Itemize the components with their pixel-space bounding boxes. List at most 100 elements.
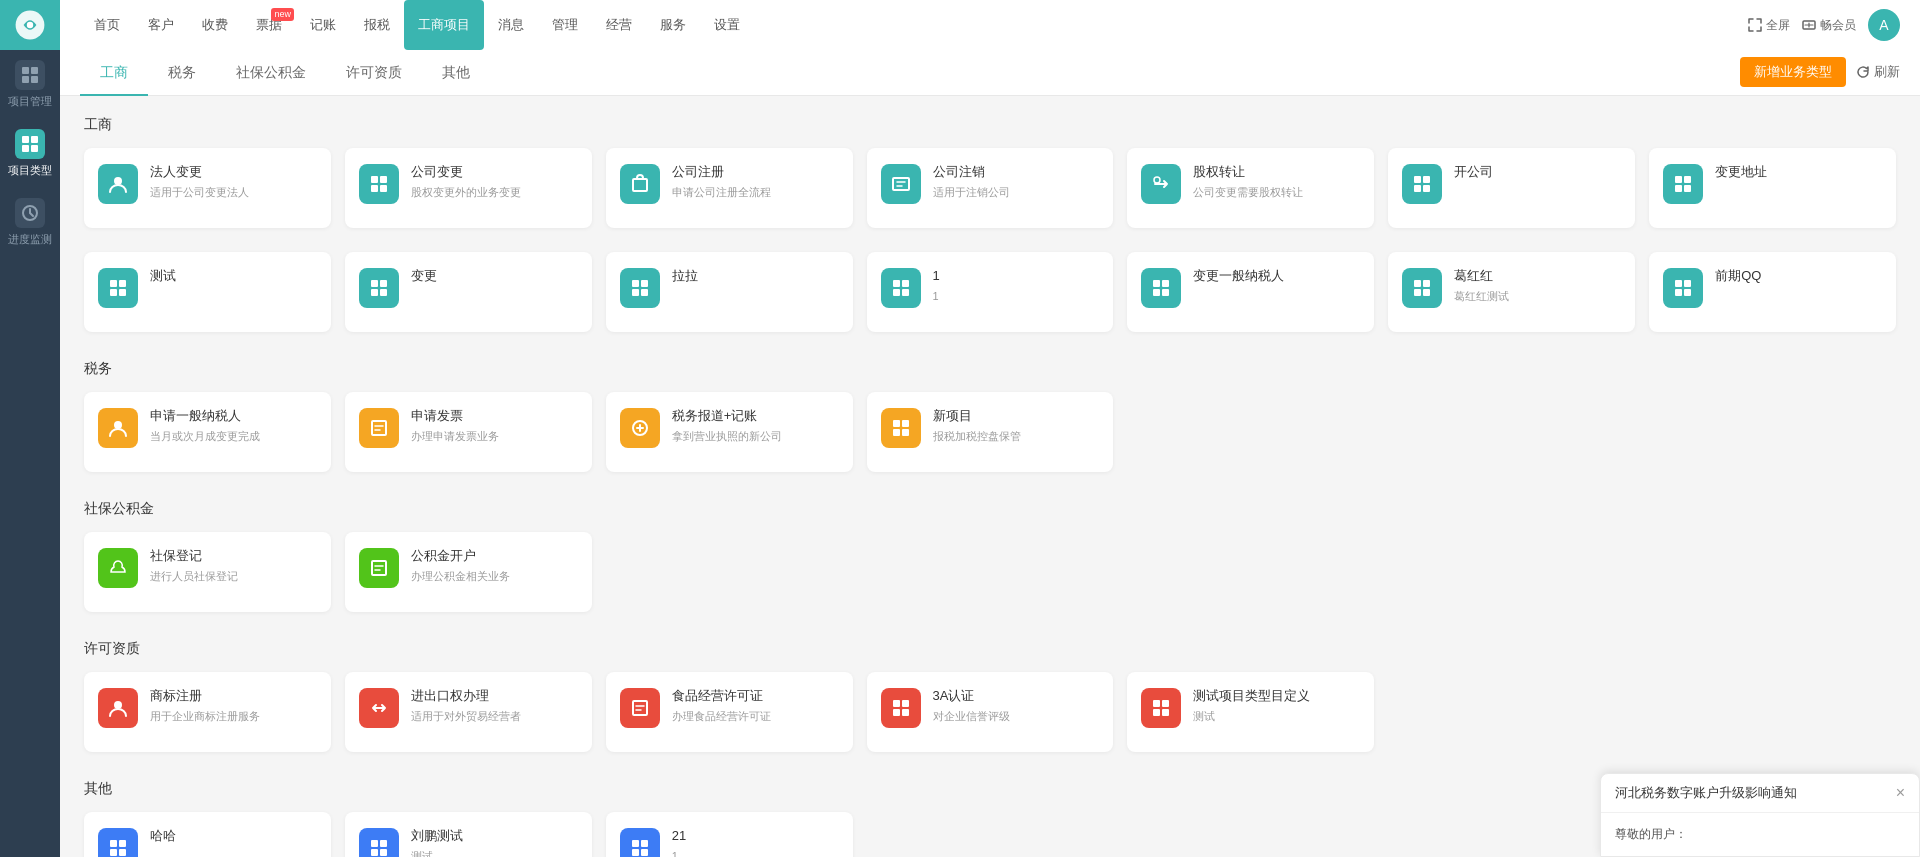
nav-home[interactable]: 首页 (80, 0, 134, 50)
refresh-button[interactable]: 刷新 (1856, 63, 1900, 81)
main-container: 首页 客户 收费 票据 new 记账 报税 工商项目 消息 管理 经营 (60, 0, 1920, 857)
card-icon-social-register (98, 548, 138, 588)
card-info-company-change: 公司变更 股权变更外的业务变更 (411, 164, 578, 200)
card-gehonghong[interactable]: 葛红红 葛红红测试 (1388, 252, 1635, 332)
sidebar-item-project-mgmt[interactable]: 项目管理 (0, 50, 60, 119)
card-haha[interactable]: 哈哈 (84, 812, 331, 857)
card-icon-equity-transfer (1141, 164, 1181, 204)
svg-rect-70 (1153, 700, 1160, 707)
card-company-register[interactable]: 公司注册 申请公司注册全流程 (606, 148, 853, 228)
card-housing-fund[interactable]: 公积金开户 办理公积金相关业务 (345, 532, 592, 612)
card-icon-liupeng-test (359, 828, 399, 857)
svg-rect-23 (1423, 185, 1430, 192)
card-change-general[interactable]: 变更一般纳税人 (1127, 252, 1374, 332)
nav-accounting[interactable]: 记账 (296, 0, 350, 50)
svg-rect-75 (119, 840, 126, 847)
sidebar-label-project-mgmt: 项目管理 (8, 94, 52, 109)
card-desc-company-cancel: 适用于注销公司 (933, 185, 1100, 200)
svg-point-19 (1154, 177, 1160, 183)
vip-btn[interactable]: 畅会员 (1802, 17, 1856, 34)
card-food-license[interactable]: 食品经营许可证 办理食品经营许可证 (606, 672, 853, 752)
card-3a-cert[interactable]: 3A认证 对企业信誉评级 (867, 672, 1114, 752)
svg-rect-20 (1414, 176, 1421, 183)
card-icon-food-license (620, 688, 660, 728)
tab-shebao[interactable]: 社保公积金 (216, 50, 326, 96)
card-import-export[interactable]: 进出口权办理 适用于对外贸易经营者 (345, 672, 592, 752)
card-tax-report[interactable]: 税务报道+记账 拿到营业执照的新公司 (606, 392, 853, 472)
card-new-project[interactable]: 新项目 报税加税控盘保管 (867, 392, 1114, 472)
nav-management[interactable]: 管理 (538, 0, 592, 50)
nav-billing[interactable]: 收费 (188, 0, 242, 50)
card-icon-company-cancel (881, 164, 921, 204)
card-icon-new-project (881, 408, 921, 448)
section-shebao: 社保公积金 社保登记 进行人员社保登记 (84, 500, 1896, 612)
card-trademark[interactable]: 商标注册 用于企业商标注册服务 (84, 672, 331, 752)
card-test-type[interactable]: 测试项目类型目定义 测试 (1127, 672, 1374, 752)
sidebar-item-progress[interactable]: 进度监测 (0, 188, 60, 257)
card-icon-change2 (359, 268, 399, 308)
card-icon-company-register (620, 164, 660, 204)
card-test[interactable]: 测试 (84, 252, 331, 332)
fullscreen-btn[interactable]: 全屏 (1748, 17, 1790, 34)
card-change2[interactable]: 变更 (345, 252, 592, 332)
svg-rect-33 (380, 280, 387, 287)
svg-rect-66 (893, 700, 900, 707)
card-liupeng-test[interactable]: 刘鹏测试 测试 (345, 812, 592, 857)
tab-xuke[interactable]: 许可资质 (326, 50, 422, 96)
card-icon-tax-report (620, 408, 660, 448)
card-equity-transfer[interactable]: 股权转让 公司变更需要股权转让 (1127, 148, 1374, 228)
svg-rect-71 (1162, 700, 1169, 707)
nav-message[interactable]: 消息 (484, 0, 538, 50)
tab-gongshang[interactable]: 工商 (80, 50, 148, 96)
notification-close[interactable]: × (1896, 784, 1905, 802)
svg-rect-51 (1423, 289, 1430, 296)
svg-rect-62 (902, 429, 909, 436)
card-info-company-cancel: 公司注销 适用于注销公司 (933, 164, 1100, 200)
svg-rect-44 (1153, 280, 1160, 287)
tab-shuiwu[interactable]: 税务 (148, 50, 216, 96)
card-open-company[interactable]: 开公司 (1388, 148, 1635, 228)
svg-rect-34 (371, 289, 378, 296)
card-one[interactable]: 1 1 (867, 252, 1114, 332)
card-front-qq[interactable]: 前期QQ (1649, 252, 1896, 332)
nav-tax[interactable]: 报税 (350, 0, 404, 50)
nav-industrial[interactable]: 工商项目 (404, 0, 484, 50)
svg-rect-82 (632, 840, 639, 847)
card-icon-legal-change (98, 164, 138, 204)
topnav-right: 全屏 畅会员 A (1748, 9, 1900, 41)
tab-other[interactable]: 其他 (422, 50, 490, 96)
card-title-legal-change: 法人变更 (150, 164, 317, 181)
card-company-change[interactable]: 公司变更 股权变更外的业务变更 (345, 148, 592, 228)
svg-rect-46 (1153, 289, 1160, 296)
card-lala[interactable]: 拉拉 (606, 252, 853, 332)
nav-customer[interactable]: 客户 (134, 0, 188, 50)
svg-rect-78 (371, 840, 378, 847)
section-title-gongshang: 工商 (84, 116, 1896, 134)
project-mgmt-icon (15, 60, 45, 90)
add-type-button[interactable]: 新增业务类型 (1740, 57, 1846, 87)
avatar[interactable]: A (1868, 9, 1900, 41)
refresh-icon (1856, 65, 1870, 79)
sidebar-label-project-type: 项目类型 (8, 163, 52, 178)
card-legal-change[interactable]: 法人变更 适用于公司变更法人 (84, 148, 331, 228)
card-company-cancel[interactable]: 公司注销 适用于注销公司 (867, 148, 1114, 228)
card-twenty-one[interactable]: 21 1 (606, 812, 853, 857)
nav-tickets[interactable]: 票据 new (242, 0, 296, 50)
sidebar-item-project-type[interactable]: 项目类型 (0, 119, 60, 188)
card-change-address[interactable]: 变更地址 (1649, 148, 1896, 228)
logo[interactable] (0, 0, 60, 50)
svg-rect-18 (893, 178, 909, 190)
nav-operation[interactable]: 经营 (592, 0, 646, 50)
card-title-company-change: 公司变更 (411, 164, 578, 181)
card-social-register[interactable]: 社保登记 进行人员社保登记 (84, 532, 331, 612)
svg-rect-3 (31, 67, 38, 74)
nav-service[interactable]: 服务 (646, 0, 700, 50)
svg-rect-21 (1423, 176, 1430, 183)
svg-rect-57 (372, 421, 386, 435)
nav-settings[interactable]: 设置 (700, 0, 754, 50)
notification-title: 河北税务数字账户升级影响通知 (1615, 784, 1797, 802)
card-apply-general-tax[interactable]: 申请一般纳税人 当月或次月成变更完成 (84, 392, 331, 472)
card-grid-shuiwu: 申请一般纳税人 当月或次月成变更完成 申请发票 办理申请发票业务 (84, 392, 1896, 472)
svg-rect-39 (641, 289, 648, 296)
card-apply-invoice[interactable]: 申请发票 办理申请发票业务 (345, 392, 592, 472)
